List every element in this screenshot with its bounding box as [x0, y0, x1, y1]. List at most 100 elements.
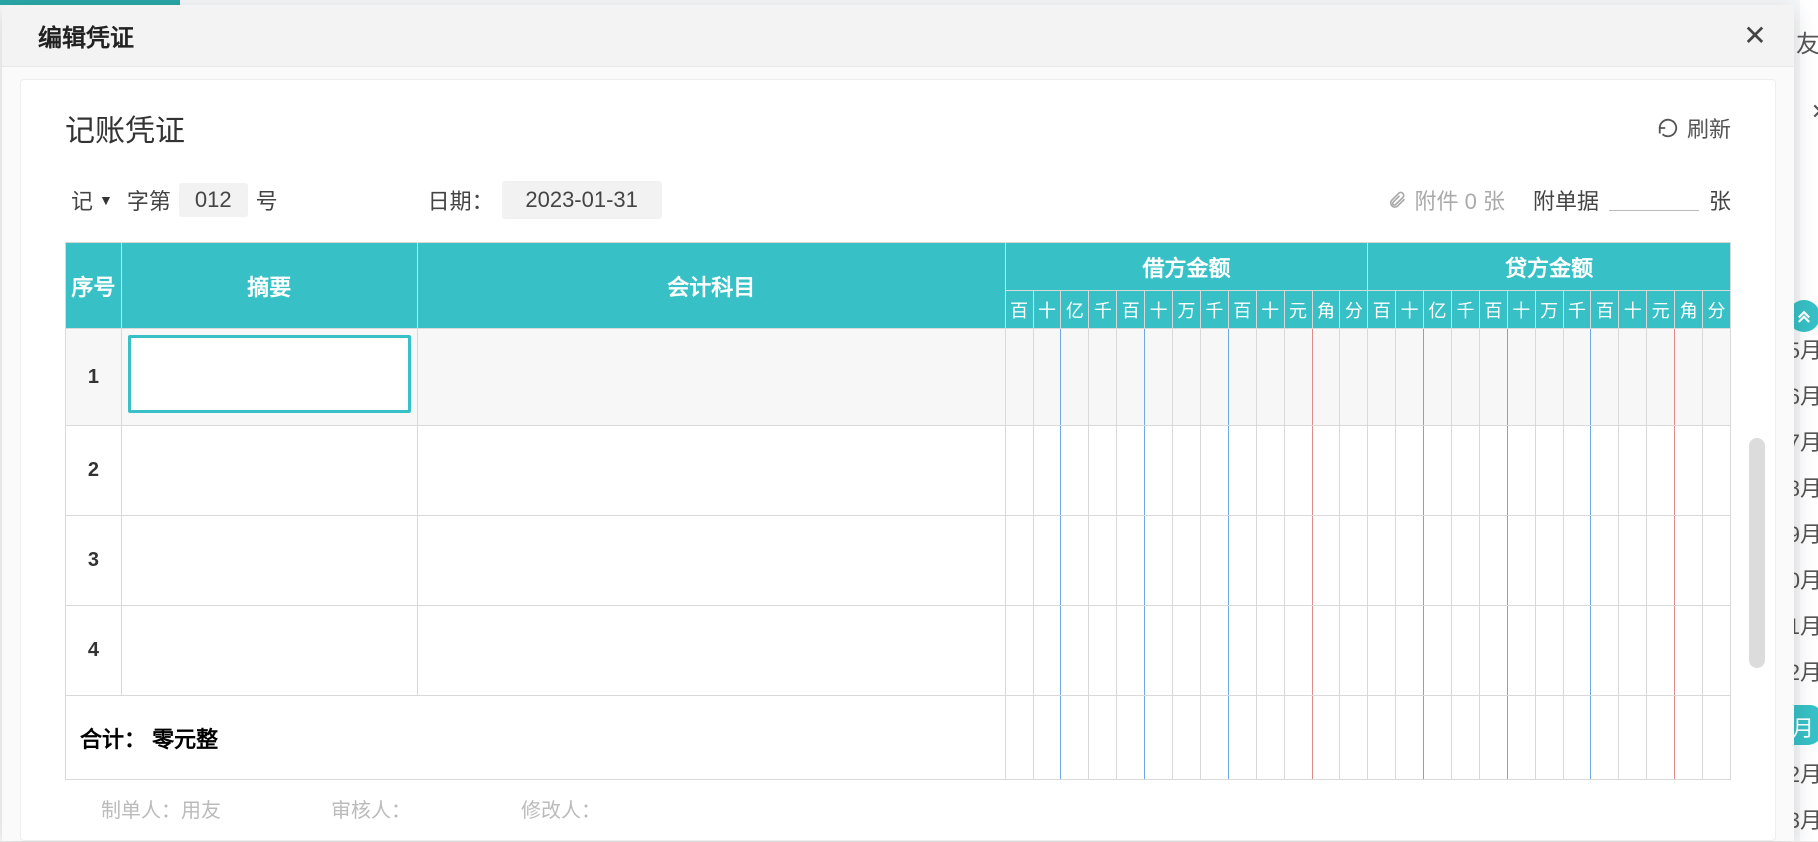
credit-digit-cell[interactable] — [1675, 606, 1703, 696]
credit-digit-cell[interactable] — [1535, 606, 1563, 696]
modal-close-button[interactable]: ✕ — [1740, 19, 1770, 52]
credit-digit-cell[interactable] — [1703, 606, 1731, 696]
credit-digit-cell[interactable] — [1591, 329, 1619, 426]
summary-cell[interactable] — [121, 516, 417, 606]
debit-digit-cell[interactable] — [1200, 606, 1228, 696]
debit-digit-cell[interactable] — [1145, 329, 1173, 426]
credit-digit-cell[interactable] — [1591, 516, 1619, 606]
summary-cell[interactable] — [121, 606, 417, 696]
debit-digit-cell[interactable] — [1312, 329, 1340, 426]
debit-digit-cell[interactable] — [1284, 606, 1312, 696]
debit-digit-cell[interactable] — [1256, 426, 1284, 516]
credit-digit-cell[interactable] — [1452, 426, 1480, 516]
debit-digit-cell[interactable] — [1005, 606, 1033, 696]
credit-digit-cell[interactable] — [1479, 426, 1507, 516]
credit-digit-cell[interactable] — [1619, 329, 1647, 426]
debit-digit-cell[interactable] — [1200, 426, 1228, 516]
credit-digit-cell[interactable] — [1368, 516, 1396, 606]
credit-digit-cell[interactable] — [1396, 426, 1424, 516]
credit-digit-cell[interactable] — [1452, 329, 1480, 426]
credit-digit-cell[interactable] — [1591, 606, 1619, 696]
debit-digit-cell[interactable] — [1228, 516, 1256, 606]
credit-digit-cell[interactable] — [1591, 426, 1619, 516]
credit-digit-cell[interactable] — [1424, 606, 1452, 696]
credit-digit-cell[interactable] — [1368, 606, 1396, 696]
debit-digit-cell[interactable] — [1340, 516, 1368, 606]
subject-cell[interactable] — [417, 329, 1005, 426]
credit-digit-cell[interactable] — [1424, 516, 1452, 606]
voucher-type-dropdown[interactable]: 记 ▼ — [65, 180, 119, 220]
debit-digit-cell[interactable] — [1256, 516, 1284, 606]
subject-cell[interactable] — [417, 516, 1005, 606]
credit-digit-cell[interactable] — [1368, 329, 1396, 426]
debit-digit-cell[interactable] — [1005, 329, 1033, 426]
credit-digit-cell[interactable] — [1507, 329, 1535, 426]
debit-digit-cell[interactable] — [1089, 329, 1117, 426]
debit-digit-cell[interactable] — [1033, 516, 1061, 606]
credit-digit-cell[interactable] — [1647, 329, 1675, 426]
backdrop-close-icon[interactable]: ✕ — [1798, 90, 1818, 134]
debit-digit-cell[interactable] — [1228, 426, 1256, 516]
debit-digit-cell[interactable] — [1005, 516, 1033, 606]
debit-digit-cell[interactable] — [1312, 606, 1340, 696]
credit-digit-cell[interactable] — [1675, 329, 1703, 426]
credit-digit-cell[interactable] — [1619, 606, 1647, 696]
credit-digit-cell[interactable] — [1703, 516, 1731, 606]
debit-digit-cell[interactable] — [1284, 329, 1312, 426]
debit-digit-cell[interactable] — [1173, 516, 1201, 606]
debit-digit-cell[interactable] — [1061, 426, 1089, 516]
credit-digit-cell[interactable] — [1563, 606, 1591, 696]
debit-digit-cell[interactable] — [1312, 426, 1340, 516]
credit-digit-cell[interactable] — [1479, 516, 1507, 606]
debit-digit-cell[interactable] — [1117, 329, 1145, 426]
debit-digit-cell[interactable] — [1173, 426, 1201, 516]
debit-digit-cell[interactable] — [1200, 329, 1228, 426]
debit-digit-cell[interactable] — [1284, 426, 1312, 516]
credit-digit-cell[interactable] — [1396, 606, 1424, 696]
credit-digit-cell[interactable] — [1368, 426, 1396, 516]
credit-digit-cell[interactable] — [1396, 516, 1424, 606]
credit-digit-cell[interactable] — [1396, 329, 1424, 426]
credit-digit-cell[interactable] — [1479, 329, 1507, 426]
debit-digit-cell[interactable] — [1312, 516, 1340, 606]
debit-digit-cell[interactable] — [1173, 606, 1201, 696]
debit-digit-cell[interactable] — [1117, 426, 1145, 516]
credit-digit-cell[interactable] — [1424, 329, 1452, 426]
credit-digit-cell[interactable] — [1452, 516, 1480, 606]
debit-digit-cell[interactable] — [1033, 329, 1061, 426]
debit-digit-cell[interactable] — [1228, 329, 1256, 426]
subject-cell[interactable] — [417, 606, 1005, 696]
debit-digit-cell[interactable] — [1340, 606, 1368, 696]
credit-digit-cell[interactable] — [1507, 606, 1535, 696]
credit-digit-cell[interactable] — [1675, 426, 1703, 516]
debit-digit-cell[interactable] — [1033, 426, 1061, 516]
debit-digit-cell[interactable] — [1145, 426, 1173, 516]
summary-input[interactable] — [128, 335, 411, 413]
credit-digit-cell[interactable] — [1479, 606, 1507, 696]
debit-digit-cell[interactable] — [1256, 329, 1284, 426]
voucher-date-input[interactable]: 2023-01-31 — [502, 181, 662, 219]
credit-digit-cell[interactable] — [1563, 329, 1591, 426]
debit-digit-cell[interactable] — [1061, 606, 1089, 696]
credit-digit-cell[interactable] — [1619, 516, 1647, 606]
credit-digit-cell[interactable] — [1675, 516, 1703, 606]
debit-digit-cell[interactable] — [1089, 426, 1117, 516]
debit-digit-cell[interactable] — [1200, 516, 1228, 606]
debit-digit-cell[interactable] — [1340, 329, 1368, 426]
debit-digit-cell[interactable] — [1145, 516, 1173, 606]
debit-digit-cell[interactable] — [1117, 516, 1145, 606]
credit-digit-cell[interactable] — [1647, 426, 1675, 516]
summary-cell[interactable] — [121, 426, 417, 516]
debit-digit-cell[interactable] — [1005, 426, 1033, 516]
credit-digit-cell[interactable] — [1535, 516, 1563, 606]
credit-digit-cell[interactable] — [1647, 516, 1675, 606]
credit-digit-cell[interactable] — [1619, 426, 1647, 516]
credit-digit-cell[interactable] — [1424, 426, 1452, 516]
credit-digit-cell[interactable] — [1703, 426, 1731, 516]
debit-digit-cell[interactable] — [1145, 606, 1173, 696]
credit-digit-cell[interactable] — [1647, 606, 1675, 696]
credit-digit-cell[interactable] — [1507, 426, 1535, 516]
debit-digit-cell[interactable] — [1061, 516, 1089, 606]
subject-cell[interactable] — [417, 426, 1005, 516]
credit-digit-cell[interactable] — [1452, 606, 1480, 696]
